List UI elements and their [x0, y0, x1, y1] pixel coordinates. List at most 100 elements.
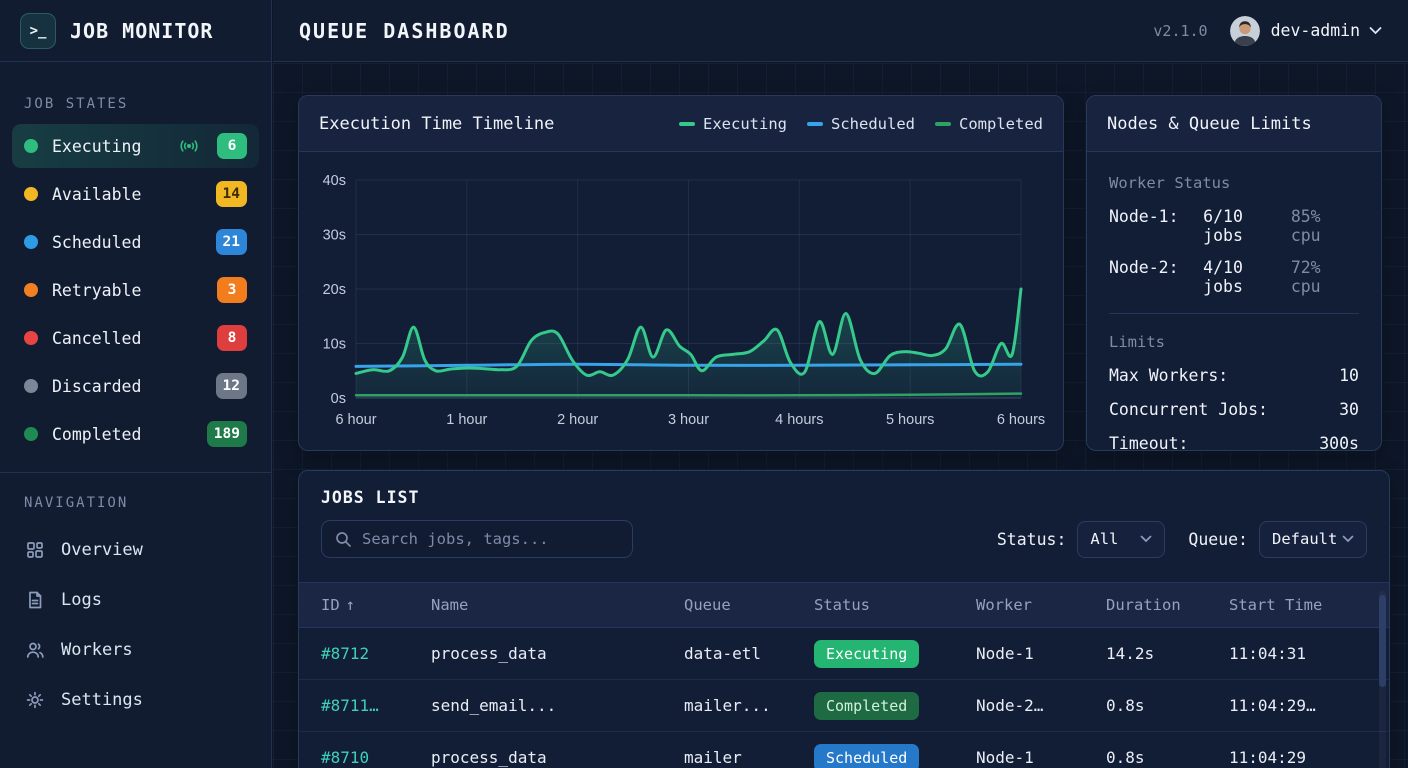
svg-text:6 hours: 6 hours: [997, 412, 1045, 428]
panel-divider: [1109, 313, 1359, 314]
state-count-badge: 12: [215, 373, 247, 399]
svg-text:40s: 40s: [323, 173, 346, 189]
state-dot: [24, 235, 38, 249]
svg-text:5 hours: 5 hours: [886, 412, 934, 428]
column-header-start-time[interactable]: Start Time: [1229, 596, 1367, 614]
sidebar-item-logs[interactable]: Logs: [0, 575, 271, 625]
legend-swatch: [679, 121, 695, 126]
svg-text:20s: 20s: [323, 282, 346, 298]
sidebar-item-settings[interactable]: Settings: [0, 675, 271, 725]
node-status-row: Node-1: 6/10 jobs 85% cpu: [1109, 207, 1359, 245]
app-title: JOB MONITOR: [70, 18, 214, 43]
legend-item-scheduled: Scheduled: [807, 115, 915, 133]
limit-value: 30: [1339, 400, 1359, 419]
svg-text:6 hour: 6 hour: [335, 412, 376, 428]
legend-swatch: [807, 121, 823, 126]
scrollbar-thumb[interactable]: [1379, 595, 1386, 687]
sidebar-state-completed[interactable]: Completed 189: [12, 412, 259, 456]
job-start-time: 11:04:29…: [1229, 696, 1316, 715]
state-dot: [24, 139, 38, 153]
job-name: send_email...: [431, 696, 557, 715]
jobs-table: ID ↑ Name Queue Status Worker Duration St…: [299, 582, 1389, 768]
sidebar-state-discarded[interactable]: Discarded 12: [12, 364, 259, 408]
state-label: Discarded: [52, 376, 142, 396]
job-id-link[interactable]: #8710: [321, 748, 431, 767]
table-row[interactable]: #8710 process_data mailer Scheduled Node…: [299, 732, 1389, 768]
sidebar-state-available[interactable]: Available 14: [12, 172, 259, 216]
search-icon: [336, 531, 351, 547]
search-box[interactable]: [321, 520, 633, 558]
grid-icon: [27, 542, 43, 558]
sort-arrow-icon: ↑: [345, 596, 356, 614]
version-badge: v2.1.0: [1153, 21, 1208, 40]
table-row[interactable]: #8711… send_email... mailer... Completed…: [299, 680, 1389, 732]
live-broadcast-icon: [177, 138, 201, 154]
job-id-link[interactable]: #8711…: [321, 696, 431, 715]
chart-title: Execution Time Timeline: [319, 113, 555, 134]
node-cpu: 72% cpu: [1290, 258, 1321, 296]
legend-label: Executing: [703, 114, 787, 133]
limit-label: Timeout:: [1109, 434, 1189, 453]
job-worker: Node-1: [976, 748, 1034, 767]
column-header-name[interactable]: Name: [431, 596, 684, 614]
nodes-limits-panel: Nodes & Queue Limits Worker Status Node-…: [1086, 95, 1382, 453]
node-jobs: 6/10 jobs: [1203, 207, 1243, 245]
limit-row: Max Workers: 10: [1109, 366, 1359, 385]
job-name: process_data: [431, 748, 547, 767]
job-duration: 0.8s: [1106, 696, 1145, 715]
sidebar-state-scheduled[interactable]: Scheduled 21: [12, 220, 259, 264]
state-count-badge: 21: [215, 229, 247, 255]
sidebar-state-retryable[interactable]: Retryable 3: [12, 268, 259, 312]
table-scrollbar[interactable]: [1379, 591, 1386, 768]
limit-row: Concurrent Jobs: 30: [1109, 400, 1359, 419]
job-queue: data-etl: [684, 644, 762, 663]
sidebar: >_ JOB MONITOR JOB STATES Executing 6 Av…: [0, 0, 272, 768]
status-badge: Scheduled: [814, 743, 920, 768]
svg-text:0s: 0s: [331, 391, 346, 407]
state-dot: [24, 379, 38, 393]
sidebar-item-workers[interactable]: Workers: [0, 625, 271, 675]
chart-panel-header: Execution Time Timeline Executing Schedu…: [299, 96, 1063, 152]
execution-timeline-panel: Execution Time Timeline Executing Schedu…: [298, 95, 1064, 451]
status-badge: Completed: [814, 691, 920, 720]
main-content: Execution Time Timeline Executing Schedu…: [273, 63, 1408, 768]
job-id-link[interactable]: #8712: [321, 644, 431, 663]
column-header-queue[interactable]: Queue: [684, 596, 814, 614]
queue-filter-value: Default: [1272, 530, 1338, 548]
state-dot: [24, 187, 38, 201]
job-duration: 14.2s: [1106, 644, 1155, 663]
sidebar-state-executing[interactable]: Executing 6: [12, 124, 259, 168]
legend-label: Scheduled: [831, 114, 915, 133]
legend-swatch: [935, 121, 951, 126]
queue-filter-select[interactable]: Default: [1259, 520, 1367, 558]
avatar[interactable]: [1229, 15, 1260, 46]
limit-label: Max Workers:: [1109, 366, 1229, 385]
terminal-icon: >_: [20, 12, 56, 49]
status-filter-value: All: [1090, 530, 1119, 548]
job-start-time: 11:04:31: [1229, 644, 1307, 663]
column-header-id[interactable]: ID ↑: [321, 596, 431, 614]
state-count-badge: 189: [206, 421, 247, 447]
user-menu-name[interactable]: dev-admin: [1271, 21, 1360, 40]
jobs-list-title: JOBS LIST: [321, 488, 420, 507]
search-input[interactable]: [362, 530, 619, 548]
legend-item-completed: Completed: [935, 115, 1043, 133]
limit-value: 10: [1339, 366, 1359, 385]
jobs-table-header: ID ↑ Name Queue Status Worker Duration St…: [299, 582, 1389, 628]
node-name: Node-1:: [1109, 207, 1179, 226]
limits-panel-title: Nodes & Queue Limits: [1107, 113, 1312, 134]
node-name: Node-2:: [1109, 258, 1179, 277]
sidebar-item-overview[interactable]: Overview: [0, 525, 271, 575]
table-row[interactable]: #8712 process_data data-etl Executing No…: [299, 628, 1389, 680]
chevron-down-icon[interactable]: [1369, 26, 1382, 35]
sidebar-state-cancelled[interactable]: Cancelled 8: [12, 316, 259, 360]
status-filter-select[interactable]: All: [1077, 520, 1166, 558]
svg-text:30s: 30s: [323, 228, 346, 244]
state-label: Scheduled: [52, 232, 142, 252]
page-title: QUEUE DASHBOARD: [299, 18, 510, 43]
column-header-worker[interactable]: Worker: [976, 596, 1106, 614]
job-duration: 0.8s: [1106, 748, 1145, 767]
column-header-duration[interactable]: Duration: [1106, 596, 1229, 614]
document-icon: [29, 591, 42, 609]
column-header-status[interactable]: Status: [814, 596, 976, 614]
